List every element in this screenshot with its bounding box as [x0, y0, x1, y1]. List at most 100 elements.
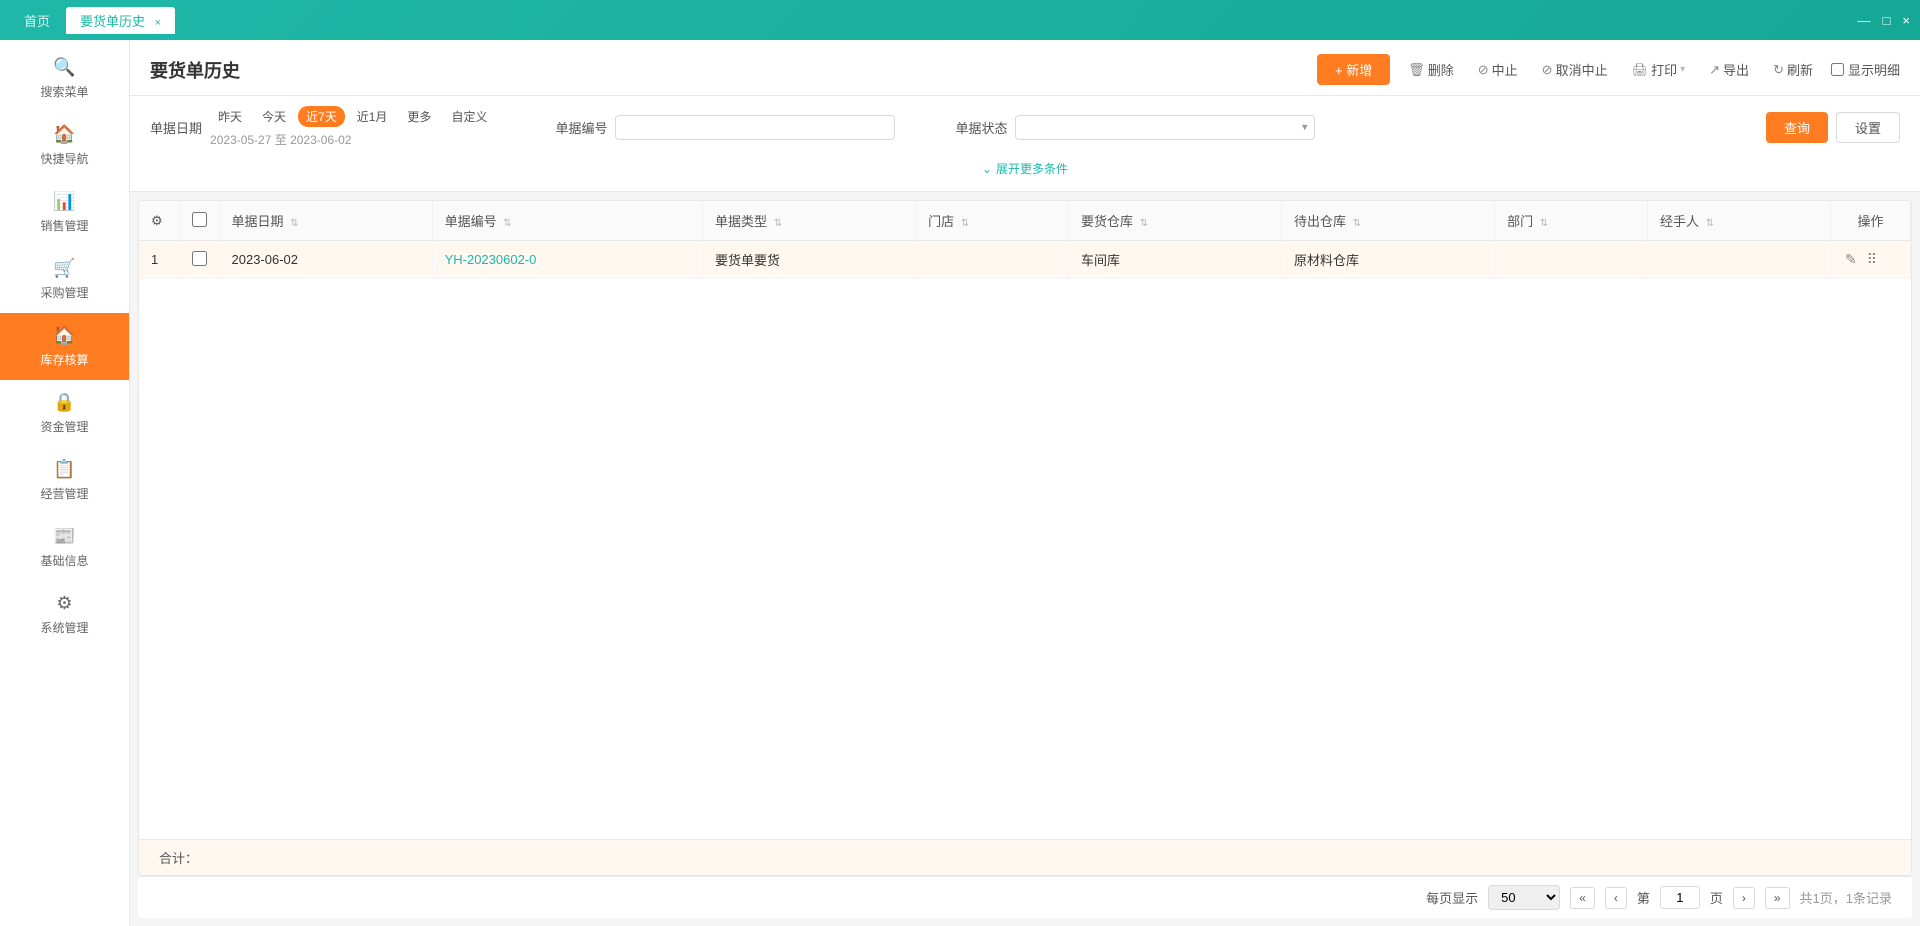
- doc-no-link[interactable]: YH-20230602-0: [445, 252, 537, 267]
- tab-requisition-history[interactable]: 要货单历史 ×: [66, 7, 175, 34]
- last-page-button[interactable]: »: [1765, 887, 1790, 909]
- page-input-prefix: 第: [1637, 888, 1650, 907]
- page-number-input[interactable]: [1660, 886, 1700, 909]
- date-chips: 昨天 今天 近7天 近1月 更多 自定义: [210, 106, 495, 127]
- sidebar-item-shortcut-nav[interactable]: 🏠 快捷导航: [0, 112, 129, 179]
- select-all-checkbox[interactable]: [192, 212, 207, 227]
- date-chip-yesterday[interactable]: 昨天: [210, 106, 250, 127]
- page-suffix: 页: [1710, 888, 1723, 907]
- add-button[interactable]: + 新增: [1317, 54, 1390, 85]
- print-icon: 🖨: [1632, 62, 1649, 78]
- tab-bar: 首页 要货单历史 ×: [10, 7, 175, 34]
- col-req-warehouse[interactable]: 要货仓库 ⇅: [1068, 201, 1281, 241]
- date-filter: 单据日期 昨天 今天 近7天 近1月 更多 自定义 2023-05-27 至 2…: [150, 106, 495, 148]
- filter-row-1: 单据日期 昨天 今天 近7天 近1月 更多 自定义 2023-05-27 至 2…: [150, 106, 1900, 148]
- col-doc-no[interactable]: 单据编号 ⇅: [432, 201, 702, 241]
- settings-button[interactable]: 设置: [1836, 112, 1900, 143]
- sidebar-item-sales-mgmt[interactable]: 📊 销售管理: [0, 179, 129, 246]
- doc-no-input[interactable]: [615, 115, 895, 140]
- basic-info-icon: 📰: [53, 526, 75, 547]
- print-dropdown-icon[interactable]: ▾: [1680, 64, 1685, 75]
- cell-doc-no[interactable]: YH-20230602-0: [432, 241, 702, 279]
- filter-action-btns: 查询 设置: [1766, 112, 1900, 143]
- date-chip-custom[interactable]: 自定义: [443, 106, 495, 127]
- row-checkbox[interactable]: [192, 251, 207, 266]
- sidebar-item-purchase-mgmt[interactable]: 🛒 采购管理: [0, 246, 129, 313]
- date-chip-1month[interactable]: 近1月: [349, 106, 396, 127]
- edit-action-icon[interactable]: ✎: [1843, 249, 1859, 270]
- col-settings[interactable]: ⚙: [139, 201, 179, 241]
- query-button[interactable]: 查询: [1766, 112, 1828, 143]
- doc-status-select-wrapper: ▾: [1015, 115, 1315, 140]
- home-icon: 🏠: [53, 124, 75, 145]
- col-actions: 操作: [1831, 201, 1911, 241]
- cell-row-num: 1: [139, 241, 179, 279]
- col-store[interactable]: 门店 ⇅: [916, 201, 1069, 241]
- maximize-btn[interactable]: □: [1883, 13, 1891, 28]
- col-doc-type[interactable]: 单据类型 ⇅: [703, 201, 916, 241]
- date-chip-7days[interactable]: 近7天: [298, 106, 345, 127]
- display-detail-toggle[interactable]: 显示明细: [1831, 60, 1900, 79]
- purchase-icon: 🛒: [53, 258, 75, 279]
- toolbar: + 新增 🗑 删除 ⊘ 中止 ⊘ 取消中止 🖨 打: [1317, 54, 1900, 85]
- page-size-select[interactable]: 20 50 100 200: [1488, 885, 1560, 910]
- cell-doc-type: 要货单要货: [703, 241, 916, 279]
- search-icon: 🔍: [53, 57, 75, 78]
- main-layout: 🔍 搜索菜单 🏠 快捷导航 📊 销售管理 🛒 采购管理 🏠 库存核算 🔒 资金管…: [0, 40, 1920, 926]
- table-footer: 合计：: [139, 839, 1911, 875]
- stop-button[interactable]: ⊘ 中止: [1472, 56, 1524, 83]
- refresh-button[interactable]: ↻ 刷新: [1767, 56, 1819, 83]
- tab-home[interactable]: 首页: [10, 7, 64, 34]
- system-icon: ⚙: [56, 593, 72, 614]
- print-button[interactable]: 🖨 打印 ▾: [1626, 56, 1692, 83]
- page-title: 要货单历史: [150, 57, 240, 83]
- next-page-button[interactable]: ›: [1733, 887, 1755, 909]
- sales-icon: 📊: [53, 191, 75, 212]
- page-size-wrapper: 20 50 100 200: [1488, 885, 1560, 910]
- delete-button[interactable]: 🗑 删除: [1402, 56, 1460, 83]
- sidebar-item-operations-mgmt[interactable]: 📋 经营管理: [0, 447, 129, 514]
- sidebar-item-search-menu[interactable]: 🔍 搜索菜单: [0, 45, 129, 112]
- cell-handler: [1647, 241, 1830, 279]
- date-chip-more[interactable]: 更多: [399, 106, 439, 127]
- table-scroll[interactable]: ⚙ 单据日期 ⇅ 单据编号 ⇅: [139, 201, 1911, 839]
- data-table: ⚙ 单据日期 ⇅ 单据编号 ⇅: [139, 201, 1911, 279]
- footer-label: 合计：: [159, 848, 198, 867]
- sidebar-item-basic-info[interactable]: 📰 基础信息: [0, 514, 129, 581]
- col-doc-date[interactable]: 单据日期 ⇅: [219, 201, 432, 241]
- date-chip-today[interactable]: 今天: [254, 106, 294, 127]
- main-content: 要货单历史 + 新增 🗑 删除 ⊘ 中止 ⊘ 取消中止: [130, 40, 1920, 926]
- display-detail-checkbox[interactable]: [1831, 63, 1844, 76]
- table-row: 1 2023-06-02 YH-20230602-0 要货单要货 车间库: [139, 241, 1911, 279]
- col-handler[interactable]: 经手人 ⇅: [1647, 201, 1830, 241]
- prev-page-button[interactable]: ‹: [1605, 887, 1627, 909]
- cell-department: [1495, 241, 1648, 279]
- close-tab-icon[interactable]: ×: [155, 17, 161, 29]
- export-icon: ↗: [1709, 62, 1720, 78]
- col-pending-warehouse[interactable]: 待出仓库 ⇅: [1282, 201, 1495, 241]
- page-size-label: 每页显示: [1426, 888, 1478, 907]
- row-action-btns: ✎ ⠿: [1843, 249, 1898, 270]
- sidebar-item-system-mgmt[interactable]: ⚙ 系统管理: [0, 581, 129, 648]
- table-container: ⚙ 单据日期 ⇅ 单据编号 ⇅: [138, 200, 1912, 876]
- cell-store: [916, 241, 1069, 279]
- total-info: 共1页，1条记录: [1800, 888, 1892, 907]
- more-action-icon[interactable]: ⠿: [1865, 249, 1879, 270]
- sidebar-item-finance-mgmt[interactable]: 🔒 资金管理: [0, 380, 129, 447]
- export-button[interactable]: ↗ 导出: [1703, 56, 1755, 83]
- col-department[interactable]: 部门 ⇅: [1495, 201, 1648, 241]
- finance-icon: 🔒: [53, 392, 75, 413]
- cancel-stop-button[interactable]: ⊘ 取消中止: [1536, 56, 1614, 83]
- refresh-icon: ↻: [1773, 62, 1784, 78]
- sidebar-item-inventory[interactable]: 🏠 库存核算: [0, 313, 129, 380]
- sort-icon-doc-date: ⇅: [290, 218, 298, 229]
- top-bar: 首页 要货单历史 × — □ ×: [0, 0, 1920, 40]
- doc-status-select[interactable]: [1015, 115, 1315, 140]
- sort-icon-department: ⇅: [1540, 218, 1548, 229]
- operations-icon: 📋: [53, 459, 75, 480]
- col-checkbox: [179, 201, 219, 241]
- expand-more-btn[interactable]: ⌄ 展开更多条件: [150, 156, 1900, 181]
- minimize-btn[interactable]: —: [1858, 13, 1871, 28]
- first-page-button[interactable]: «: [1570, 887, 1595, 909]
- close-btn[interactable]: ×: [1902, 13, 1910, 28]
